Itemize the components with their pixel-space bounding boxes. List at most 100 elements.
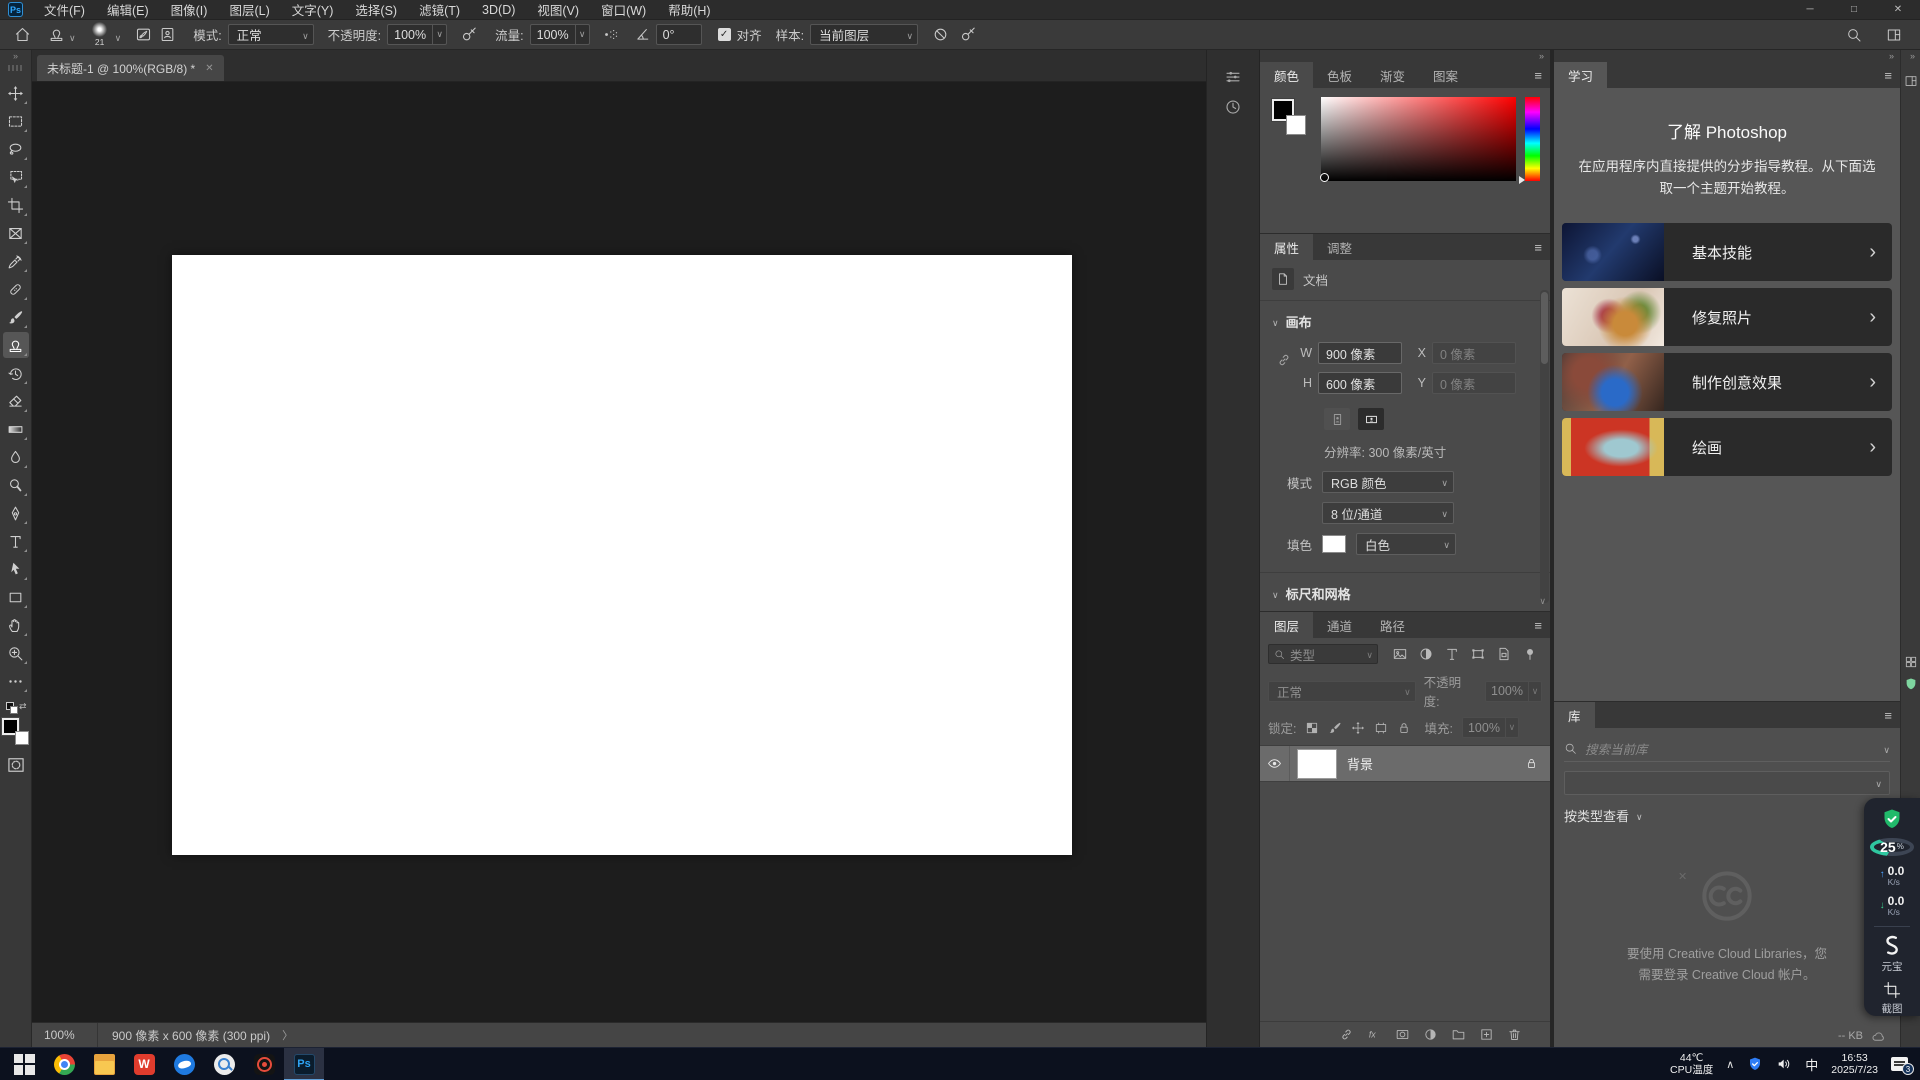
fill-select[interactable]: 白色 [1356,533,1456,555]
history-panel-icon[interactable] [1224,98,1242,116]
panel-tab[interactable]: 路径 [1366,612,1419,638]
hand-tool[interactable] [3,612,29,638]
saturation-brightness-field[interactable] [1320,97,1516,182]
quick-mask-button[interactable] [6,755,26,775]
height-field[interactable]: 600 像素 [1318,372,1402,394]
filter-shape-layer-icon[interactable] [1470,646,1486,662]
home-button[interactable] [10,23,34,47]
taskbar-app-wps[interactable]: W [124,1048,164,1080]
lasso-tool[interactable] [3,136,29,162]
toolbar-expand-icon[interactable] [13,50,18,62]
layer-style-icon[interactable]: fx [1367,1027,1382,1042]
new-group-icon[interactable] [1451,1027,1466,1042]
menu-item[interactable]: 文字(Y) [281,0,345,20]
fill-color-swatch[interactable] [1322,535,1346,553]
cpu-gauge[interactable]: 25 % [1870,838,1914,856]
learn-card-basic-skills[interactable]: 基本技能 [1562,223,1892,282]
lock-artboard-icon[interactable] [1374,721,1388,735]
gradient-tool[interactable] [3,416,29,442]
swap-colors-icon[interactable]: ⇄ [19,701,27,712]
maximize-icon[interactable]: □ [1832,0,1876,20]
frame-tool[interactable] [3,220,29,246]
panel-tab[interactable]: 渐变 [1366,62,1419,88]
lock-image-pixels-icon[interactable] [1328,721,1342,735]
collapse-panels-icon[interactable] [1889,51,1894,61]
ignore-adjustment-layers-button[interactable] [928,23,952,47]
taskbar-app-screen-recorder[interactable] [244,1048,284,1080]
collapse-panels-icon[interactable] [1910,51,1915,61]
panel-tab[interactable]: 色板 [1313,62,1366,88]
close-tab-icon[interactable]: ✕ [205,63,213,74]
chevron-down-icon[interactable] [69,33,76,44]
layer-thumbnail[interactable] [1297,748,1337,779]
aligned-checkbox[interactable]: ✓ [717,28,731,41]
brush-tool[interactable] [3,304,29,330]
antivirus-shield-icon[interactable] [1747,1056,1763,1072]
scrollbar-thumb[interactable] [1541,292,1548,364]
layer-visibility-toggle[interactable] [1260,746,1290,781]
eraser-tool[interactable] [3,388,29,414]
rectangular-marquee-tool[interactable] [3,108,29,134]
link-dimensions-icon[interactable] [1276,352,1292,368]
minimize-icon[interactable]: ─ [1788,0,1832,20]
blur-tool[interactable] [3,444,29,470]
menu-item[interactable]: 图像(I) [160,0,219,20]
security-shield-icon[interactable] [1880,807,1904,831]
layer-filter-search[interactable]: 类型 [1268,644,1378,664]
chevron-down-icon[interactable] [115,33,122,44]
collapsed-panel-icon[interactable] [1904,74,1918,88]
menu-item[interactable]: 3D(D) [471,0,526,20]
default-colors-control[interactable]: ⇄ [5,701,27,714]
menu-item[interactable]: 窗口(W) [590,0,657,20]
eyedropper-tool[interactable] [3,248,29,274]
dodge-tool[interactable] [3,472,29,498]
brush-preset-picker[interactable]: 21 [86,22,114,47]
history-brush-tool[interactable] [3,360,29,386]
taskbar-app-chrome[interactable] [44,1048,84,1080]
toggle-brushes-panel-button[interactable] [155,23,179,47]
hidden-icons-chevron[interactable] [1726,1058,1734,1071]
pressure-opacity-button[interactable] [457,23,481,47]
color-picker-marker[interactable] [1320,173,1329,182]
search-button[interactable] [1842,23,1866,47]
volume-icon[interactable] [1776,1056,1792,1072]
shield-icon[interactable] [1904,677,1918,691]
chevron-down-icon[interactable] [1636,808,1643,823]
taskbar-app-file-explorer[interactable] [84,1048,124,1080]
system-monitor-widget[interactable]: 25 % 0.0K/s 0.0K/s 元宝 截图 [1864,798,1920,1016]
landscape-orientation-button[interactable] [1358,408,1384,430]
learn-card-retouch-photos[interactable]: 修复照片 [1562,288,1892,347]
new-layer-icon[interactable] [1479,1027,1494,1042]
document-tab[interactable]: 未标题-1 @ 100%(RGB/8) * ✕ [37,55,224,81]
workspace-switcher-button[interactable] [1882,23,1906,47]
spot-healing-brush-tool[interactable] [3,276,29,302]
lock-transparent-pixels-icon[interactable] [1305,721,1319,735]
zoom-level-field[interactable]: 100% [32,1023,98,1047]
filter-type-layer-icon[interactable] [1444,646,1460,662]
panel-menu-icon[interactable] [1884,702,1892,728]
filter-attribute-icon[interactable] [1522,646,1538,662]
background-color-swatch[interactable] [15,731,29,745]
tab-libraries[interactable]: 库 [1554,702,1595,728]
pressure-size-button[interactable] [956,23,980,47]
color-mode-select[interactable]: RGB 颜色 [1322,471,1454,493]
tab-learn[interactable]: 学习 [1554,62,1608,88]
menu-item[interactable]: 选择(S) [344,0,408,20]
toolbar-grip[interactable] [7,65,24,71]
toggle-brush-settings-button[interactable] [131,23,155,47]
menu-item[interactable]: 编辑(E) [96,0,160,20]
filter-smart-object-icon[interactable] [1496,646,1512,662]
layer-fill-input[interactable]: 100% [1461,717,1519,738]
width-field[interactable]: 900 像素 [1318,342,1402,364]
notification-center-icon[interactable]: 3 [1891,1057,1914,1075]
taskbar-app-windows-start[interactable] [4,1048,44,1080]
brush-angle-input[interactable]: 0° [655,24,702,45]
portrait-orientation-button[interactable] [1324,408,1350,430]
filter-pixel-layer-icon[interactable] [1392,646,1408,662]
panel-menu-icon[interactable] [1534,62,1542,88]
collapse-panels-icon[interactable] [1539,51,1544,61]
learn-card-creative-effects[interactable]: 制作创意效果 [1562,353,1892,412]
panel-tab[interactable]: 颜色 [1260,62,1314,88]
menu-item[interactable]: 滤镜(T) [408,0,471,20]
delete-layer-icon[interactable] [1507,1027,1522,1042]
